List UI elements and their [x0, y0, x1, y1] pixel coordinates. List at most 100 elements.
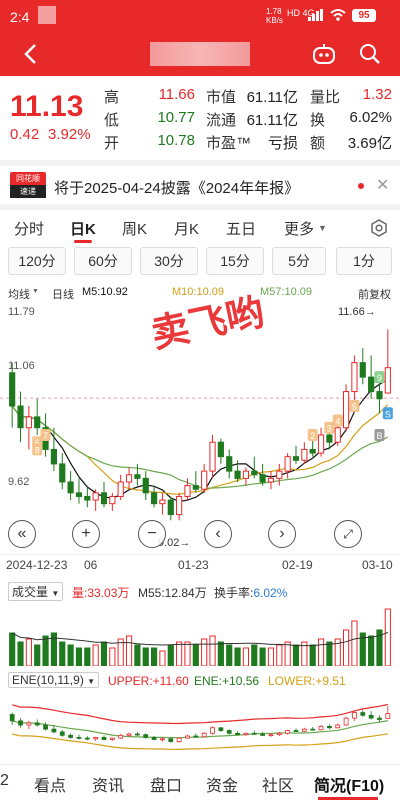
next-button[interactable]: ›	[268, 520, 296, 548]
subtab-5m[interactable]: 5分	[272, 247, 326, 275]
wifi-icon	[330, 8, 346, 22]
candle-body	[384, 367, 391, 394]
volume-bar	[167, 644, 174, 667]
volume-bar	[209, 635, 216, 667]
volume-legend: 成交量 ▼ 量:33.03万 M55:12.84万 换手率:6.02%	[0, 578, 400, 602]
bottom-nav-orderbook[interactable]: 盘口	[150, 772, 182, 796]
candle-body	[251, 470, 258, 476]
volume-bar	[184, 641, 191, 667]
volume-bar	[242, 647, 250, 667]
settings-button[interactable]	[370, 219, 388, 237]
candle-body	[67, 481, 74, 494]
robot-assistant-button[interactable]	[308, 38, 340, 70]
candle-body	[259, 474, 266, 483]
ene-candle-body	[43, 724, 48, 730]
subtab-60m[interactable]: 60分	[74, 247, 132, 275]
volume-chart[interactable]	[0, 602, 400, 667]
close-icon[interactable]: ✕	[376, 175, 389, 195]
turnover-label: 换	[310, 112, 326, 129]
ene-candle-body	[360, 712, 366, 716]
expand-icon: ⤢	[343, 526, 353, 541]
ene-candle-body	[59, 731, 65, 736]
candle-body	[201, 470, 208, 490]
subtab-120m[interactable]: 120分	[8, 247, 66, 275]
search-button[interactable]	[354, 38, 386, 70]
tab-more[interactable]: 更多	[284, 218, 314, 239]
ma-selector[interactable]: 均线	[8, 286, 30, 302]
volume-bar	[59, 641, 66, 667]
vol-ratio-label: 量比	[310, 89, 341, 106]
candle-body	[117, 481, 124, 497]
fullscreen-button[interactable]: ⤢	[334, 520, 362, 548]
ene-candle-body	[226, 730, 232, 734]
bottom-nav-f10[interactable]: 简况(F10)	[314, 772, 384, 796]
ene-candle-body	[34, 722, 40, 726]
ene-candle-body	[251, 732, 257, 735]
volume-bar	[368, 635, 375, 667]
battery-icon: 95	[352, 9, 376, 22]
ene-chart[interactable]	[0, 692, 400, 758]
chevron-left-icon: ‹	[215, 525, 221, 542]
ma10-line	[11, 404, 389, 495]
tab-weekly-k[interactable]: 周K	[122, 218, 147, 239]
ene-candle-body	[327, 725, 332, 729]
subtab-15m[interactable]: 15分	[206, 247, 264, 275]
zoom-out-button[interactable]: −	[138, 520, 166, 548]
ene-legend: ENE(10,11,9) ▼ UPPER:+11.60 ENE:+10.56 L…	[0, 668, 400, 692]
ene-candle-body	[293, 730, 299, 732]
news-banner[interactable]: 同花顺 速递 将于2025-04-24披露《2024年年报》 ✕	[0, 160, 400, 204]
volume-bar	[234, 647, 241, 667]
zoom-in-button[interactable]: +	[72, 520, 100, 548]
ene-candle-body	[377, 717, 382, 720]
tab-intraday[interactable]: 分时	[14, 218, 44, 239]
ene-candle-body	[268, 734, 274, 737]
tab-five-day[interactable]: 五日	[226, 218, 256, 239]
date-label-1: 2024-12-23	[6, 558, 68, 572]
ene-svg	[9, 703, 391, 751]
tab-monthly-k[interactable]: 月K	[174, 218, 199, 239]
volume-bar	[9, 632, 16, 667]
chevron-down-icon: ▼	[51, 589, 60, 598]
ene-candle-body	[143, 734, 149, 738]
kline-chart[interactable]: 68792345SB 11.79 11.06 9.62 11.66→ 9.02→…	[0, 289, 400, 554]
candle-body	[142, 477, 149, 494]
candle-body	[317, 434, 325, 454]
volume-bar	[84, 647, 91, 667]
ene-candle-body	[318, 725, 324, 731]
volume-bar	[142, 647, 149, 667]
bottom-nav-capital[interactable]: 资金	[206, 772, 238, 796]
candle-body	[34, 416, 41, 429]
bottom-nav-community[interactable]: 社区	[262, 772, 294, 796]
bottom-nav-partial[interactable]: 2	[0, 772, 9, 790]
bottom-nav-news[interactable]: 资讯	[92, 772, 124, 796]
volume-bar	[159, 650, 166, 667]
ene-candle-body	[276, 732, 282, 736]
volume-bar	[309, 644, 316, 667]
y-axis-mid: 11.06	[8, 360, 35, 372]
signal-marker-label: B	[376, 431, 382, 441]
candle-body	[209, 441, 216, 472]
ene-candle-body	[151, 737, 157, 740]
volume-selector[interactable]: 成交量 ▼	[8, 582, 64, 601]
scroll-left-button[interactable]: «	[8, 520, 36, 548]
nav-bar	[0, 32, 400, 76]
ene-selector[interactable]: ENE(10,11,9) ▼	[8, 672, 100, 688]
ene-candle-body	[84, 737, 90, 740]
subtab-1m[interactable]: 1分	[336, 247, 392, 275]
volume-bar	[384, 608, 391, 667]
back-button[interactable]	[14, 38, 46, 70]
subtab-30m[interactable]: 30分	[140, 247, 198, 275]
bottom-nav-highlights[interactable]: 看点	[34, 772, 66, 796]
gear-icon	[371, 219, 387, 237]
prev-button[interactable]: ‹	[204, 520, 232, 548]
restore-mode[interactable]: 前复权	[358, 286, 391, 302]
pe-value: 亏损	[267, 135, 298, 152]
tab-daily-k[interactable]: 日K	[70, 218, 96, 239]
stock-title-blurred	[150, 42, 250, 66]
chevron-right-icon: ›	[279, 525, 285, 542]
candle-body	[184, 485, 191, 497]
candle-body	[351, 362, 358, 393]
candle-body	[284, 456, 291, 472]
candle-body	[359, 362, 366, 378]
ma57-value: M57:10.09	[260, 286, 312, 298]
